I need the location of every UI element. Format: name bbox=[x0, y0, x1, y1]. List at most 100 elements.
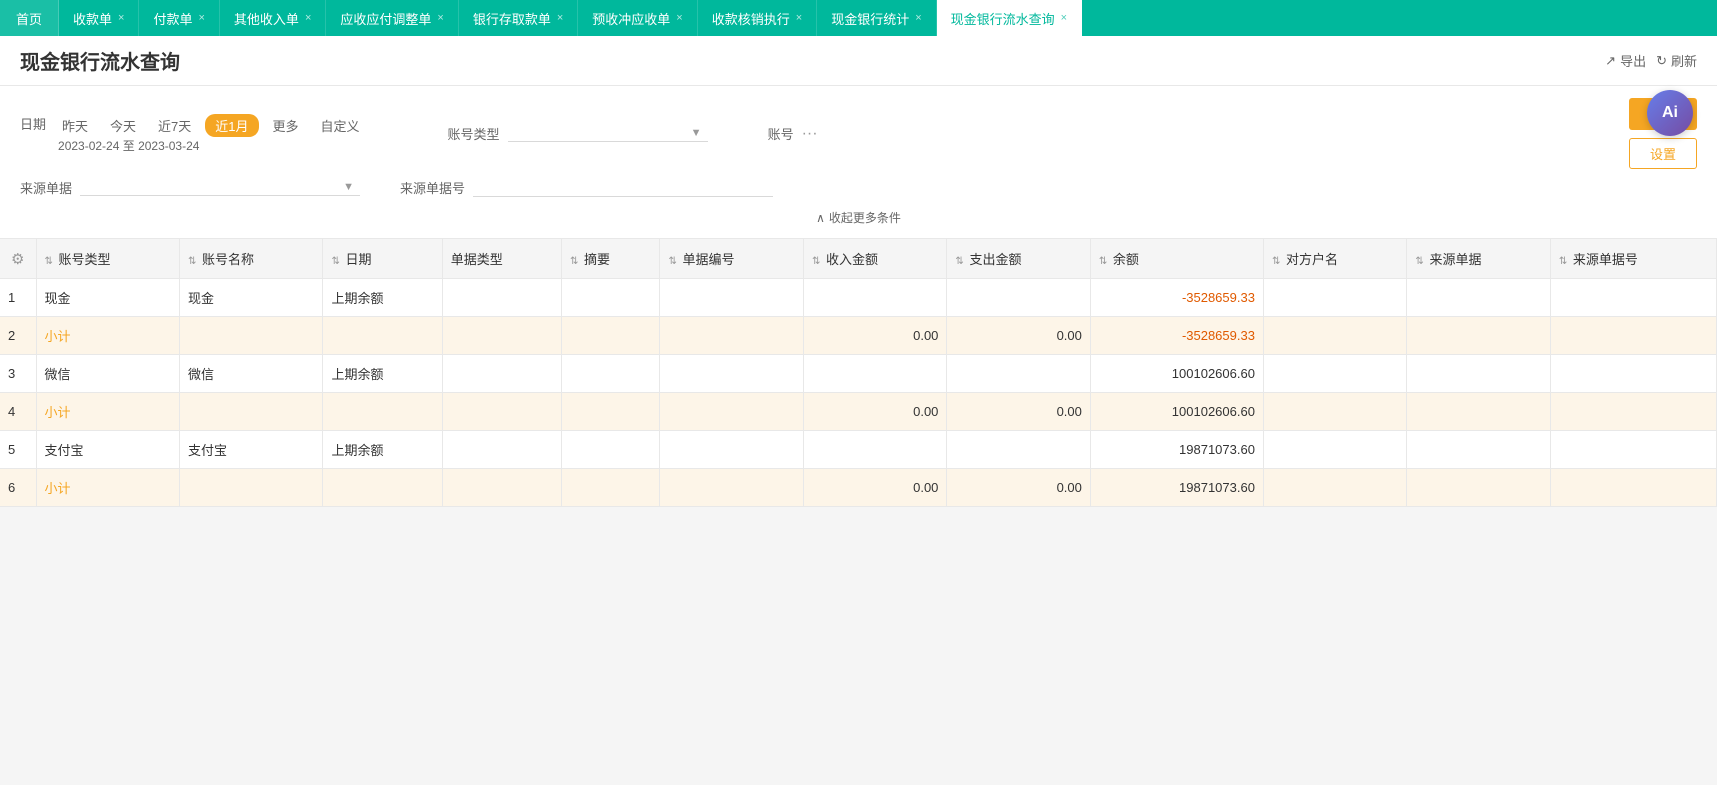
source-docno-input[interactable] bbox=[473, 177, 773, 197]
close-icon[interactable]: × bbox=[557, 12, 563, 24]
sort-icon: ⇅ bbox=[812, 256, 820, 267]
cell-balance: -3528659.33 bbox=[1090, 279, 1263, 317]
cell-income: 0.00 bbox=[803, 317, 946, 355]
col-doc-type[interactable]: 单据类型 bbox=[442, 239, 561, 279]
gear-icon[interactable]: ⚙ bbox=[11, 251, 24, 268]
account-type-select[interactable]: ▼ bbox=[508, 125, 708, 142]
table-row[interactable]: 3微信微信上期余额100102606.60 bbox=[0, 355, 1717, 393]
refresh-label: 刷新 bbox=[1671, 51, 1697, 70]
nav-tab-liushui[interactable]: 现金银行流水查询 × bbox=[937, 0, 1082, 36]
close-icon[interactable]: × bbox=[198, 12, 204, 24]
sort-icon: ⇅ bbox=[331, 256, 339, 267]
table-row[interactable]: 5支付宝支付宝上期余额19871073.60 bbox=[0, 431, 1717, 469]
col-date[interactable]: ⇅ 日期 bbox=[323, 239, 442, 279]
table-row[interactable]: 6小计0.000.0019871073.60 bbox=[0, 469, 1717, 507]
table-row[interactable]: 4小计0.000.00100102606.60 bbox=[0, 393, 1717, 431]
cell-date bbox=[323, 393, 442, 431]
col-doc-no[interactable]: ⇅ 单据编号 bbox=[660, 239, 803, 279]
cell-expense bbox=[947, 279, 1090, 317]
page-header: 现金银行流水查询 ↗ 导出 ↻ 刷新 bbox=[0, 36, 1717, 86]
cell-source-doc bbox=[1407, 393, 1550, 431]
cell-source-docno bbox=[1550, 469, 1716, 507]
nav-tab-label: 收款单 bbox=[73, 9, 112, 28]
date-opt-yesterday[interactable]: 昨天 bbox=[54, 114, 96, 137]
nav-tab-shoudan[interactable]: 收款单 × bbox=[59, 0, 139, 36]
cell-doc-type bbox=[442, 469, 561, 507]
nav-tab-yushouhao[interactable]: 预收冲应收单 × bbox=[578, 0, 697, 36]
cell-account-type: 现金 bbox=[36, 279, 179, 317]
cell-doc-type bbox=[442, 431, 561, 469]
row-number: 1 bbox=[0, 279, 36, 317]
cell-income bbox=[803, 431, 946, 469]
date-opt-7days[interactable]: 近7天 bbox=[150, 114, 199, 137]
nav-tab-xianjintongji[interactable]: 现金银行统计 × bbox=[817, 0, 936, 36]
close-icon[interactable]: × bbox=[676, 12, 682, 24]
ai-assistant-button[interactable]: Ai bbox=[1647, 90, 1693, 136]
cell-account-name bbox=[179, 317, 322, 355]
col-label: 账号名称 bbox=[202, 252, 254, 267]
table-row[interactable]: 2小计0.000.00-3528659.33 bbox=[0, 317, 1717, 355]
close-icon[interactable]: × bbox=[796, 12, 802, 24]
refresh-icon: ↻ bbox=[1656, 53, 1667, 69]
settings-button[interactable]: 设置 bbox=[1629, 138, 1697, 169]
col-label: 单据类型 bbox=[451, 252, 503, 267]
table-row[interactable]: 1现金现金上期余额-3528659.33 bbox=[0, 279, 1717, 317]
cell-date: 上期余额 bbox=[323, 279, 442, 317]
nav-home[interactable]: 首页 bbox=[0, 0, 59, 36]
cell-expense bbox=[947, 431, 1090, 469]
col-source-doc[interactable]: ⇅ 来源单据 bbox=[1407, 239, 1550, 279]
cell-date bbox=[323, 469, 442, 507]
cell-account-name: 微信 bbox=[179, 355, 322, 393]
source-doc-select[interactable]: ▼ bbox=[80, 179, 360, 196]
nav-tab-qitashouru[interactable]: 其他收入单 × bbox=[220, 0, 326, 36]
sort-icon: ⇅ bbox=[45, 256, 53, 267]
top-navigation: 首页 收款单 × 付款单 × 其他收入单 × 应收应付调整单 × 银行存取款单 … bbox=[0, 0, 1717, 36]
cell-expense: 0.00 bbox=[947, 393, 1090, 431]
col-summary[interactable]: ⇅ 摘要 bbox=[561, 239, 660, 279]
cell-expense: 0.00 bbox=[947, 469, 1090, 507]
nav-tab-fukuandan[interactable]: 付款单 × bbox=[139, 0, 219, 36]
col-counterpart[interactable]: ⇅ 对方户名 bbox=[1263, 239, 1406, 279]
cell-doc-no bbox=[660, 279, 803, 317]
source-doc-label: 来源单据 bbox=[20, 178, 72, 197]
nav-tab-yingshouyingfu[interactable]: 应收应付调整单 × bbox=[326, 0, 458, 36]
col-income[interactable]: ⇅ 收入金额 bbox=[803, 239, 946, 279]
date-opt-custom[interactable]: 自定义 bbox=[313, 114, 368, 137]
more-options-icon[interactable]: ··· bbox=[802, 125, 818, 143]
nav-tab-label: 付款单 bbox=[153, 9, 192, 28]
cell-counterpart bbox=[1263, 355, 1406, 393]
export-button[interactable]: ↗ 导出 bbox=[1605, 51, 1646, 70]
nav-tab-shoukuanhexiao[interactable]: 收款核销执行 × bbox=[698, 0, 817, 36]
col-balance[interactable]: ⇅ 余额 bbox=[1090, 239, 1263, 279]
cell-balance: 19871073.60 bbox=[1090, 431, 1263, 469]
col-label: 账号类型 bbox=[59, 252, 111, 267]
collapse-bar[interactable]: ∧ 收起更多条件 bbox=[20, 205, 1697, 226]
cell-account-name: 现金 bbox=[179, 279, 322, 317]
close-icon[interactable]: × bbox=[915, 12, 921, 24]
close-icon[interactable]: × bbox=[305, 12, 311, 24]
cell-summary bbox=[561, 393, 660, 431]
cell-source-doc bbox=[1407, 431, 1550, 469]
nav-tab-yinhangcunqu[interactable]: 银行存取款单 × bbox=[459, 0, 578, 36]
source-doc-filter: 来源单据 ▼ bbox=[20, 178, 360, 197]
col-account-name[interactable]: ⇅ 账号名称 bbox=[179, 239, 322, 279]
col-label: 来源单据号 bbox=[1573, 252, 1638, 267]
close-icon[interactable]: × bbox=[118, 12, 124, 24]
date-opt-today[interactable]: 今天 bbox=[102, 114, 144, 137]
col-settings[interactable]: ⚙ bbox=[0, 239, 36, 279]
collapse-label: 收起更多条件 bbox=[829, 209, 901, 226]
close-icon[interactable]: × bbox=[437, 12, 443, 24]
cell-balance: 100102606.60 bbox=[1090, 393, 1263, 431]
date-opt-1month[interactable]: 近1月 bbox=[205, 114, 258, 137]
close-icon[interactable]: × bbox=[1061, 12, 1067, 24]
date-opt-more[interactable]: 更多 bbox=[265, 114, 307, 137]
cell-account-type: 小计 bbox=[36, 317, 179, 355]
table-container: ⚙ ⇅ 账号类型 ⇅ 账号名称 ⇅ 日期 单据类型 ⇅ bbox=[0, 239, 1717, 507]
refresh-button[interactable]: ↻ 刷新 bbox=[1656, 51, 1697, 70]
col-source-docno[interactable]: ⇅ 来源单据号 bbox=[1550, 239, 1716, 279]
row-number: 4 bbox=[0, 393, 36, 431]
account-type-filter: 账号类型 ▼ bbox=[448, 124, 708, 143]
cell-summary bbox=[561, 355, 660, 393]
col-expense[interactable]: ⇅ 支出金额 bbox=[947, 239, 1090, 279]
col-account-type[interactable]: ⇅ 账号类型 bbox=[36, 239, 179, 279]
